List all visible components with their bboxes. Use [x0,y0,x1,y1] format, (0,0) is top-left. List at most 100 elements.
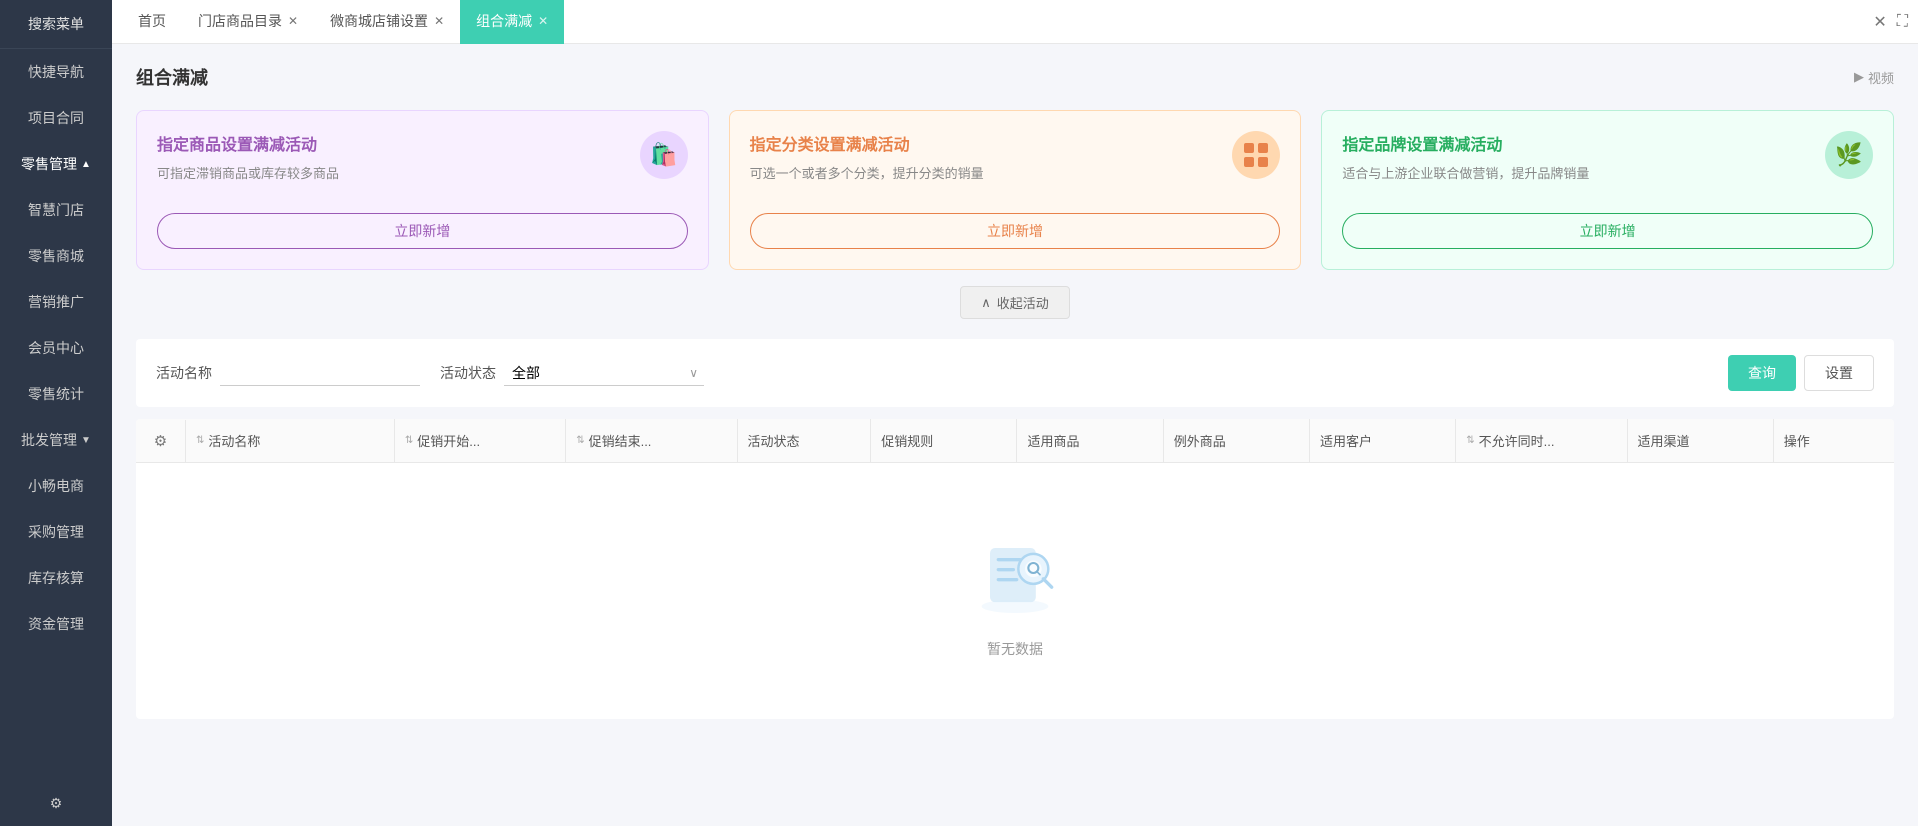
card-brand-icon: 🌿 [1825,131,1873,179]
sidebar-item-finance[interactable]: 资金管理 [0,601,112,647]
th-label: 适用商品 [1027,431,1079,450]
filter-name-input[interactable] [220,361,420,386]
close-icon[interactable]: ✕ [288,14,298,28]
th-applicable-customer: 适用客户 [1310,419,1456,462]
close-window-icon[interactable]: ✕ [1873,12,1886,32]
collapse-bar: ∧ 收起活动 [136,286,1894,319]
card-category-title: 指定分类设置满减活动 [750,131,1281,155]
th-label: 促销结束... [589,431,652,450]
page-title: 组合满减 [136,64,208,90]
tab-label: 门店商品目录 [198,11,282,31]
card-category-desc: 可选一个或者多个分类，提升分类的销量 [750,163,1281,182]
sidebar-item-marketing[interactable]: 营销推广 [0,279,112,325]
th-label: 适用客户 [1320,431,1372,450]
video-link[interactable]: ▶ 视频 [1854,68,1894,87]
th-promo-start: ⇅ 促销开始... [395,419,566,462]
card-brand-desc: 适合与上游企业联合做营销，提升品牌销量 [1342,163,1873,182]
play-icon: ▶ [1854,69,1864,85]
tab-home[interactable]: 首页 [122,0,182,44]
th-promo-rule: 促销规则 [871,419,1017,462]
sidebar-item-label: 智慧门店 [28,200,84,220]
card-product-icon: 🛍️ [640,131,688,179]
empty-state: 暂无数据 [136,463,1894,719]
card-brand: 指定品牌设置满减活动 🌿 适合与上游企业联合做营销，提升品牌销量 立即新增 [1321,110,1894,270]
th-label: 活动名称 [208,431,260,450]
close-icon[interactable]: ✕ [434,14,444,28]
query-button[interactable]: 查询 [1728,355,1796,391]
sidebar-item-label: 项目合同 [28,108,84,128]
th-exception-goods: 例外商品 [1164,419,1310,462]
filter-status-select[interactable]: 全部 进行中 已结束 未开始 [504,361,704,386]
gear-icon: ⚙ [154,432,167,450]
th-promo-end: ⇅ 促销结束... [566,419,737,462]
th-label: 例外商品 [1174,431,1226,450]
th-operations: 操作 [1774,419,1894,462]
sidebar-item-quicknav[interactable]: 快捷导航 [0,49,112,95]
card-product-add-button[interactable]: 立即新增 [157,213,688,249]
table-container: ⚙ ⇅ 活动名称 ⇅ 促销开始... ⇅ 促销结束... 活动状态 [136,419,1894,719]
sort-icon[interactable]: ⇅ [196,435,204,446]
collapse-label: 收起活动 [997,293,1049,312]
chevron-down-icon: ▼ [81,435,91,446]
content-area: 组合满减 ▶ 视频 指定商品设置满减活动 🛍️ 可指定滞销商品或库存较多商品 立… [112,44,1918,826]
settings-button[interactable]: 设置 [1804,355,1874,391]
th-applicable-goods: 适用商品 [1017,419,1163,462]
tab-shop-settings[interactable]: 微商城店铺设置 ✕ [314,0,460,44]
card-category-add-button[interactable]: 立即新增 [750,213,1281,249]
tab-product-catalog[interactable]: 门店商品目录 ✕ [182,0,314,44]
tab-label: 微商城店铺设置 [330,11,428,31]
filter-name-label: 活动名称 [156,363,212,383]
sort-icon[interactable]: ⇅ [1466,435,1474,446]
sidebar-item-members[interactable]: 会员中心 [0,325,112,371]
th-gear[interactable]: ⚙ [136,420,186,462]
chevron-up-icon: ∧ [981,295,991,311]
empty-state-icon [965,523,1065,623]
maximize-icon[interactable]: ⛶ [1897,13,1908,31]
th-no-concurrent: ⇅ 不允许同时... [1456,419,1627,462]
close-icon[interactable]: ✕ [538,14,548,28]
card-product-title: 指定商品设置满减活动 [157,131,688,155]
chevron-up-icon: ▲ [81,159,91,170]
filter-status-wrapper: 全部 进行中 已结束 未开始 ∨ [504,361,704,386]
sidebar-item-wholesale[interactable]: 批发管理 ▼ [0,417,112,463]
sidebar-item-retailstats[interactable]: 零售统计 [0,371,112,417]
tab-bar-actions: ✕ ⛶ [1873,12,1908,32]
sidebar-item-smartshop[interactable]: 智慧门店 [0,187,112,233]
sidebar-search[interactable]: 搜索菜单 [0,0,112,49]
tab-bar: 首页 门店商品目录 ✕ 微商城店铺设置 ✕ 组合满减 ✕ ✕ ⛶ [112,0,1918,44]
card-product-desc: 可指定滞销商品或库存较多商品 [157,163,688,182]
card-category-icon [1232,131,1280,179]
card-brand-title: 指定品牌设置满减活动 [1342,131,1873,155]
sidebar: 搜索菜单 快捷导航 项目合同 零售管理 ▲ 智慧门店 零售商城 营销推广 会员中… [0,0,112,826]
tab-combo-discount[interactable]: 组合满减 ✕ [460,0,564,44]
collapse-activities-button[interactable]: ∧ 收起活动 [960,286,1070,319]
sidebar-item-label: 资金管理 [28,614,84,634]
sidebar-item-inventory[interactable]: 库存核算 [0,555,112,601]
sidebar-item-contract[interactable]: 项目合同 [0,95,112,141]
sidebar-item-label: 营销推广 [28,292,84,312]
sidebar-item-label: 采购管理 [28,522,84,542]
th-label: 活动状态 [748,431,800,450]
sidebar-item-ecommerce[interactable]: 小畅电商 [0,463,112,509]
sidebar-item-label: 批发管理 [21,430,77,450]
filter-row: 活动名称 活动状态 全部 进行中 已结束 未开始 ∨ 查询 设置 [136,339,1894,407]
sidebar-settings-button[interactable]: ⚙ [0,781,112,826]
card-brand-add-button[interactable]: 立即新增 [1342,213,1873,249]
sort-icon[interactable]: ⇅ [405,435,413,446]
empty-text: 暂无数据 [987,639,1043,659]
sidebar-item-label: 零售商城 [28,246,84,266]
sidebar-item-purchase[interactable]: 采购管理 [0,509,112,555]
gear-icon: ⚙ [50,795,63,811]
sidebar-item-retailmall[interactable]: 零售商城 [0,233,112,279]
th-label: 促销开始... [417,431,480,450]
sidebar-item-label: 零售管理 [21,154,77,174]
th-label: 不允许同时... [1479,431,1555,450]
sort-icon[interactable]: ⇅ [576,435,584,446]
filter-status-label: 活动状态 [440,363,496,383]
th-label: 促销规则 [881,431,933,450]
cards-row: 指定商品设置满减活动 🛍️ 可指定滞销商品或库存较多商品 立即新增 指定分类设置… [136,110,1894,270]
sidebar-item-retail[interactable]: 零售管理 ▲ [0,141,112,187]
sidebar-item-label: 小畅电商 [28,476,84,496]
sidebar-item-label: 会员中心 [28,338,84,358]
th-label: 适用渠道 [1638,431,1690,450]
